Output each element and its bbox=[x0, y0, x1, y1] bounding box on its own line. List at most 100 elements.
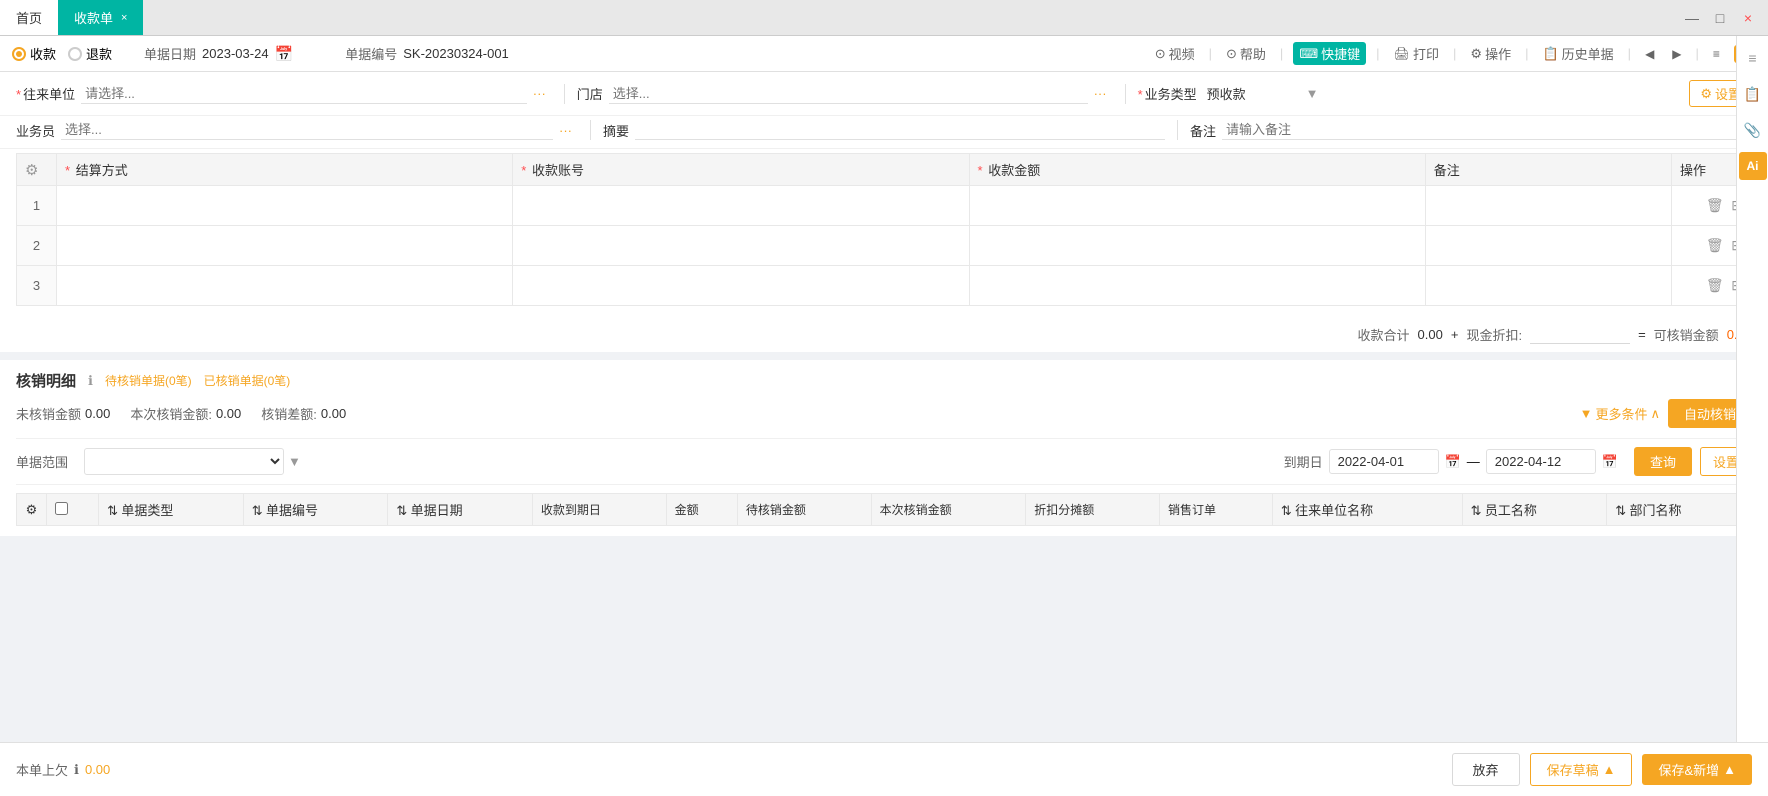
tab-collection[interactable]: 收款单 × bbox=[58, 0, 143, 35]
date-from-input[interactable] bbox=[1329, 449, 1439, 474]
counterpart-more-icon[interactable]: ··· bbox=[527, 86, 552, 101]
delete-icon-3[interactable]: 🗑 bbox=[1706, 277, 1724, 293]
col-settlement: * 结算方式 bbox=[57, 154, 513, 186]
date-range-label: 到期日 bbox=[1284, 452, 1323, 471]
row-num-2: 2 bbox=[17, 226, 57, 266]
remark-cell-2[interactable] bbox=[1425, 226, 1671, 266]
sidebar-doc-icon[interactable]: 📋 bbox=[1739, 80, 1767, 108]
query-button[interactable]: 查询 bbox=[1634, 447, 1692, 476]
remark-cell-1[interactable] bbox=[1425, 186, 1671, 226]
draft-button[interactable]: 保存草稿 ▲ bbox=[1530, 753, 1633, 786]
video-button[interactable]: ⊙ 视频 bbox=[1151, 42, 1199, 65]
settlement-cell-2[interactable] bbox=[57, 226, 513, 266]
table-row: 1 🗑 ⊞ bbox=[17, 186, 1752, 226]
operation-button[interactable]: ⚙ 操作 bbox=[1466, 42, 1515, 65]
help-button[interactable]: ⊙ 帮助 bbox=[1222, 42, 1270, 65]
toolbar-left: 收款 退款 单据日期 2023-03-24 📅 单据编号 SK-20230324… bbox=[12, 44, 509, 63]
date-to-icon[interactable]: 📅 bbox=[1602, 454, 1618, 470]
gear-icon-bottom[interactable]: ⚙ bbox=[26, 502, 38, 517]
business-type-label: 业务类型 bbox=[1138, 84, 1203, 103]
store-more-icon[interactable]: ··· bbox=[1088, 86, 1113, 101]
tab-close-icon[interactable]: × bbox=[121, 12, 127, 24]
divider7: | bbox=[1696, 46, 1699, 61]
draft-label: 保存草稿 bbox=[1547, 760, 1599, 779]
maximize-button[interactable]: □ bbox=[1708, 6, 1732, 30]
print-label: 打印 bbox=[1413, 44, 1439, 63]
sidebar-camera-icon[interactable]: Ai bbox=[1739, 152, 1767, 180]
business-type-dropdown-icon[interactable]: ▼ bbox=[1306, 86, 1319, 101]
settlement-cell-3[interactable] bbox=[57, 266, 513, 306]
discount-input[interactable] bbox=[1530, 324, 1630, 344]
help-icon: ⊙ bbox=[1226, 46, 1237, 62]
this-cancel-label: 本次核销金额: bbox=[130, 404, 212, 423]
col-amount: * 收款金额 bbox=[969, 154, 1425, 186]
shortcut-button[interactable]: ⌨ 快捷键 bbox=[1293, 42, 1366, 65]
table-gear-icon[interactable]: ⚙ bbox=[25, 162, 38, 179]
remark-cell-3[interactable] bbox=[1425, 266, 1671, 306]
save-new-arrow-icon: ▲ bbox=[1723, 762, 1736, 777]
toolbar-right: ⊙ 视频 | ⊙ 帮助 | ⌨ 快捷键 | 🖨 打印 | ⚙ 操作 | 📋 历史… bbox=[1151, 42, 1756, 65]
toolbar: 收款 退款 单据日期 2023-03-24 📅 单据编号 SK-20230324… bbox=[0, 36, 1768, 72]
date-to-input[interactable] bbox=[1486, 449, 1596, 474]
date-label: 单据日期 bbox=[144, 44, 196, 63]
abandon-button[interactable]: 放弃 bbox=[1452, 753, 1520, 786]
list-view-button[interactable]: ≡ bbox=[1709, 45, 1724, 63]
radio-refund[interactable]: 退款 bbox=[68, 44, 112, 63]
radio-refund-label: 退款 bbox=[86, 44, 112, 63]
cancel-info-icon[interactable]: ℹ bbox=[88, 373, 93, 389]
col-account: * 收款账号 bbox=[513, 154, 969, 186]
radio-collection[interactable]: 收款 bbox=[12, 44, 56, 63]
prev-button[interactable]: ◀ bbox=[1641, 45, 1658, 63]
filter-row: 单据范围 ▼ 到期日 📅 — 📅 查询 设置 bbox=[16, 438, 1752, 485]
footer: 本单上欠 ℹ 0.00 放弃 保存草稿 ▲ 保存&新增 ▲ bbox=[0, 742, 1768, 796]
col-discount: 折扣分摊额 bbox=[1026, 494, 1160, 526]
summary-row: 收款合计 0.00 + 现金折扣: = 可核销金额 0.00 bbox=[0, 316, 1768, 352]
table-row: 3 🗑 ⊞ bbox=[17, 266, 1752, 306]
filter-select-group: ▼ bbox=[84, 448, 1268, 475]
minimize-button[interactable]: — bbox=[1680, 6, 1704, 30]
history-button[interactable]: 📋 历史单据 bbox=[1538, 42, 1617, 65]
more-filter-label: 更多条件 bbox=[1595, 404, 1647, 423]
main-content: 往来单位 ··· 门店 ··· 业务类型 预收款 ▼ ⚙ 设置 业务员 ··· bbox=[0, 72, 1768, 352]
tab-home[interactable]: 首页 bbox=[0, 0, 58, 35]
next-icon[interactable]: ℹ bbox=[74, 762, 79, 778]
main-table: ⚙ * 结算方式 * 收款账号 * 收款金额 备注 操作 bbox=[16, 153, 1752, 306]
remark-input[interactable] bbox=[1222, 120, 1752, 140]
summary-input[interactable] bbox=[635, 120, 1165, 140]
this-cancel-value: 0.00 bbox=[216, 406, 241, 421]
next-button[interactable]: ▶ bbox=[1668, 45, 1685, 63]
more-filter-button[interactable]: ▼ 更多条件 ∧ bbox=[1580, 404, 1660, 423]
calendar-icon[interactable]: 📅 bbox=[275, 45, 294, 63]
divider6: | bbox=[1628, 46, 1631, 61]
sidebar-attach-icon[interactable]: 📎 bbox=[1739, 116, 1767, 144]
account-cell-1[interactable] bbox=[513, 186, 969, 226]
counterpart-input[interactable] bbox=[81, 84, 527, 104]
filter-select[interactable] bbox=[84, 448, 284, 475]
amount-cell-3[interactable] bbox=[969, 266, 1425, 306]
staff-input[interactable] bbox=[61, 120, 553, 140]
date-from-icon[interactable]: 📅 bbox=[1445, 454, 1461, 470]
delete-icon-1[interactable]: 🗑 bbox=[1706, 197, 1724, 213]
delete-icon-2[interactable]: 🗑 bbox=[1706, 237, 1724, 253]
account-cell-2[interactable] bbox=[513, 226, 969, 266]
field-sep-2 bbox=[1125, 84, 1126, 104]
date-range-separator: — bbox=[1467, 454, 1480, 469]
discount-label: 现金折扣: bbox=[1466, 325, 1522, 344]
store-input[interactable] bbox=[609, 84, 1088, 104]
amount-cell-2[interactable] bbox=[969, 226, 1425, 266]
pending-tab-link[interactable]: 待核销单据(0笔) bbox=[105, 372, 192, 390]
close-button[interactable]: × bbox=[1736, 6, 1760, 30]
done-tab-link[interactable]: 已核销单据(0笔) bbox=[204, 372, 291, 390]
filter-select-arrow: ▼ bbox=[288, 454, 301, 469]
equals-sign: = bbox=[1638, 327, 1646, 342]
settlement-cell-1[interactable] bbox=[57, 186, 513, 226]
col-sales-order: 销售订单 bbox=[1160, 494, 1273, 526]
staff-more-icon[interactable]: ··· bbox=[553, 123, 578, 138]
print-button[interactable]: 🖨 打印 bbox=[1389, 42, 1443, 65]
sidebar-table-icon[interactable]: ≡ bbox=[1739, 44, 1767, 72]
save-new-button[interactable]: 保存&新增 ▲ bbox=[1642, 754, 1752, 785]
select-all-checkbox[interactable] bbox=[55, 502, 68, 515]
amount-cell-1[interactable] bbox=[969, 186, 1425, 226]
account-cell-3[interactable] bbox=[513, 266, 969, 306]
shortcut-icon: ⌨ bbox=[1299, 46, 1318, 62]
